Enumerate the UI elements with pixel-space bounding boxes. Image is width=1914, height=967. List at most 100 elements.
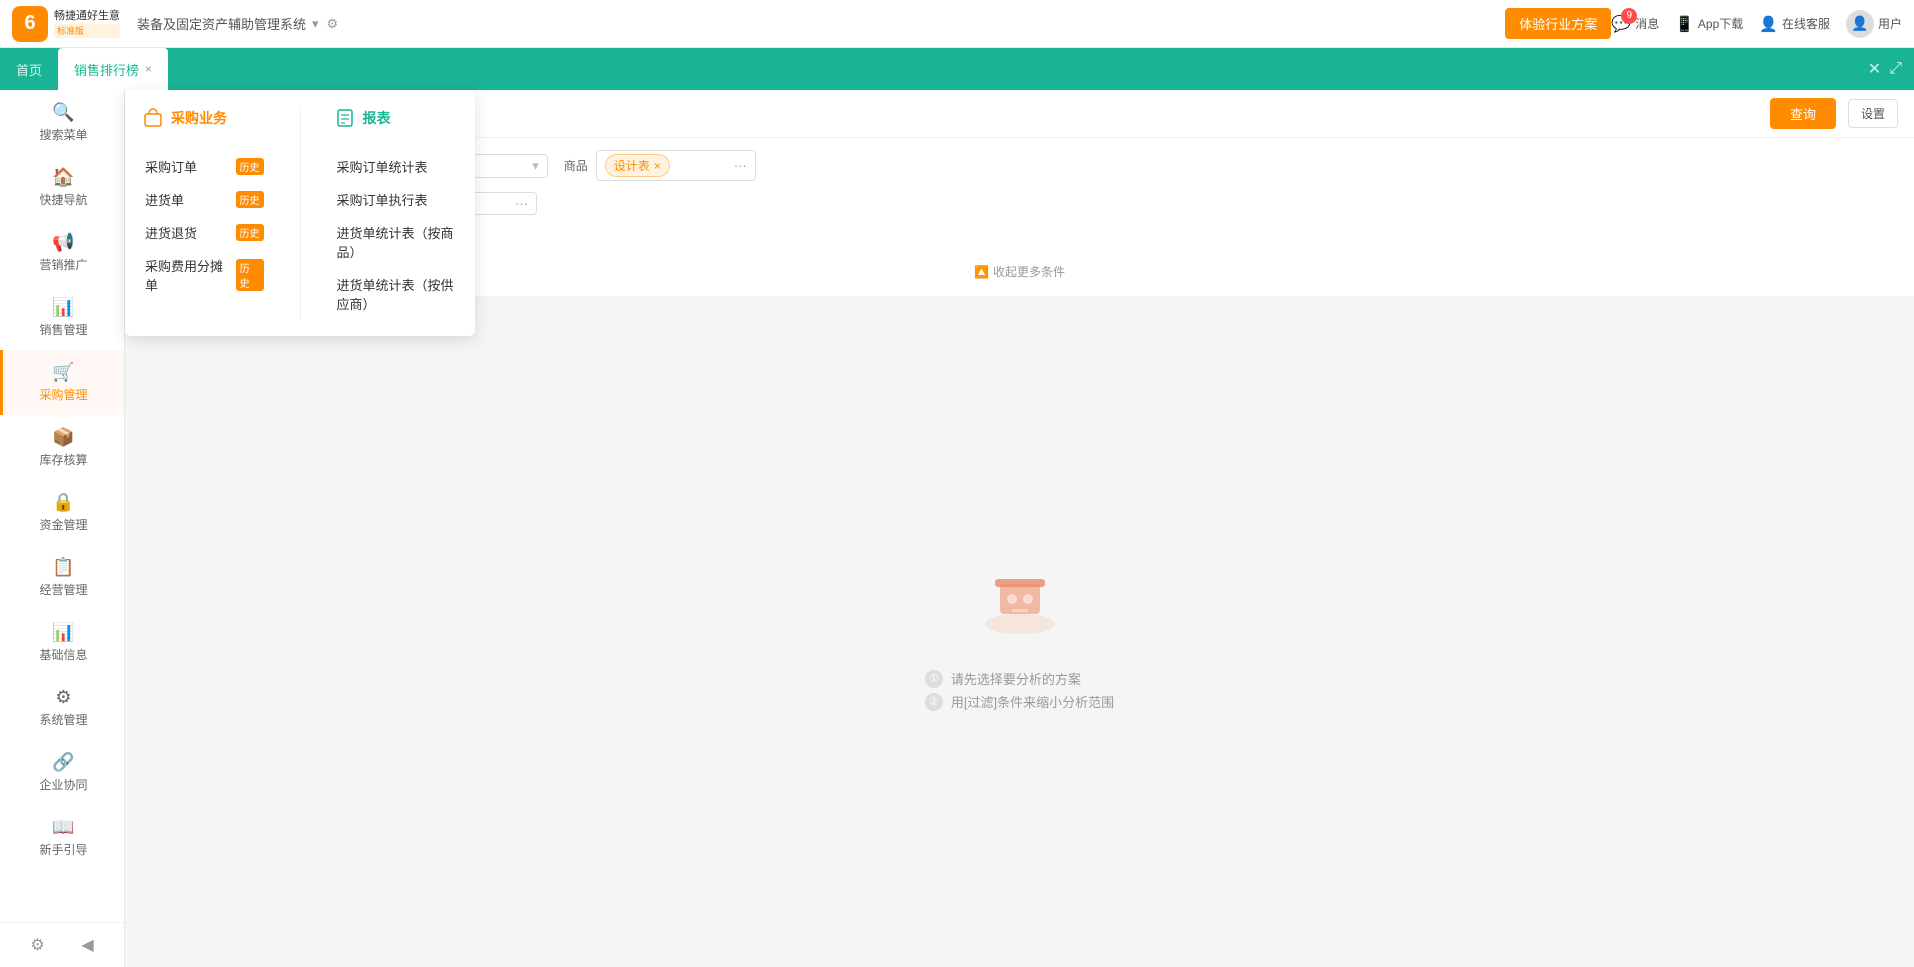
logo-badge: 标准版 [54,24,120,39]
sidebar-item-guide[interactable]: 📖 新手引导 [0,805,124,870]
notification-label: 消息 [1635,15,1659,32]
funds-icon: 🔒 [52,492,74,513]
notification-item[interactable]: 💬 9 消息 [1611,14,1659,34]
user-label: 用户 [1878,15,1902,32]
dropdown-columns: 采购业务 采购订单 历史 进货单 历史 进货退货 历史 采购费用分摊单 历史 [141,106,459,320]
dropdown-purchase-header: 采购业务 [141,106,268,138]
dropdown-report-receipt-by-goods[interactable]: 进货单统计表（按商品） [333,216,460,268]
trial-button[interactable]: 体验行业方案 [1505,8,1611,39]
goods-more-icon[interactable]: ··· [734,158,747,173]
sidebar-settings-icon[interactable]: ⚙ [30,935,44,955]
voucher-status-dropdown-icon[interactable]: ▾ [532,158,539,174]
sidebar-label-sales: 销售管理 [39,321,87,338]
tab-home-label: 首页 [16,60,42,79]
top-bar: 6 畅捷通好生意 标准版 装备及固定资产辅助管理系统 ▾ ⚙ 体验行业方案 💬 … [0,0,1914,48]
purchase-receipt-history-badge: 历史 [236,191,264,208]
sidebar-item-funds[interactable]: 🔒 资金管理 [0,480,124,545]
notification-badge: 9 [1621,8,1637,24]
empty-state-icon [970,549,1070,649]
sales-icon: 📊 [52,297,74,318]
filter-goods: 商品 设计表 × ··· [564,150,756,181]
tab-bar: 首页 销售排行榜 × ✕ ⤢ [0,48,1914,90]
top-right-area: 💬 9 消息 📱 App下载 👤 在线客服 👤 用户 [1611,10,1902,38]
sidebar-nav: 🔍 搜索菜单 🏠 快捷导航 📢 营销推广 📊 销售管理 🛒 采购管理 📦 [0,90,124,922]
sidebar-item-sales[interactable]: 📊 销售管理 [0,285,124,350]
dropdown-report-order-exec[interactable]: 采购订单执行表 [333,183,460,216]
title-settings-icon[interactable]: ⚙ [327,16,339,32]
logo-area: 6 畅捷通好生意 标准版 [12,6,137,42]
purchase-icon: 🛒 [52,362,74,383]
sidebar-item-search[interactable]: 🔍 搜索菜单 [0,90,124,155]
sidebar: 🔍 搜索菜单 🏠 快捷导航 📢 营销推广 📊 销售管理 🛒 采购管理 📦 [0,90,125,967]
tab-end-buttons: ✕ ⤢ [1868,59,1914,79]
sidebar-label-inventory: 库存核算 [39,451,87,468]
purchase-receipt-label: 进货单 [145,190,184,209]
collapse-button[interactable]: 🔼 收起更多条件 [962,259,1077,284]
salesperson-more-icon[interactable]: ··· [515,196,528,211]
search-icon: 🔍 [52,102,74,123]
sidebar-bottom: ⚙ ◀ [0,922,124,967]
purchase-return-label: 进货退货 [145,223,197,242]
sidebar-item-cooperation[interactable]: 🔗 企业协同 [0,740,124,805]
step-2-num: ② [925,693,943,711]
purchase-order-history-badge: 历史 [236,158,264,175]
report-receipt-by-supplier-label: 进货单统计表（按供应商） [337,275,456,313]
tab-sales-rank[interactable]: 销售排行榜 × [58,48,168,90]
sidebar-item-inventory[interactable]: 📦 库存核算 [0,415,124,480]
sidebar-label-search: 搜索菜单 [39,126,87,143]
operations-icon: 📋 [52,557,74,578]
sidebar-label-basic-info: 基础信息 [39,646,87,663]
query-button[interactable]: 查询 [1770,98,1836,129]
goods-tag: 设计表 × [605,154,670,177]
dropdown-report-header: 报表 [333,106,460,138]
dropdown-report-order-stat[interactable]: 采购订单统计表 [333,150,460,183]
dropdown-purchase-title: 采购业务 [171,108,227,128]
report-receipt-by-goods-label: 进货单统计表（按商品） [337,223,456,261]
settings-button[interactable]: 设置 [1848,99,1898,128]
sidebar-item-marketing[interactable]: 📢 营销推广 [0,220,124,285]
logo-name: 畅捷通好生意 [54,9,120,24]
step-1-text: 请先选择要分析的方案 [951,669,1081,688]
dropdown-purchase-expense[interactable]: 采购费用分摊单 历史 [141,249,268,301]
report-col-icon [333,106,357,130]
sidebar-item-purchase[interactable]: 🛒 采购管理 [0,350,124,415]
step-1-num: ① [925,670,943,688]
sidebar-item-basic-info[interactable]: 📊 基础信息 [0,610,124,675]
notification-icon: 💬 9 [1611,14,1631,34]
goods-tag-close-icon[interactable]: × [654,159,661,173]
online-service-label: 在线客服 [1782,15,1830,32]
dropdown-purchase-order[interactable]: 采购订单 历史 [141,150,268,183]
tab-close-window-icon[interactable]: ✕ [1868,59,1881,79]
sidebar-collapse-icon[interactable]: ◀ [81,935,93,955]
dropdown-purchase-receipt[interactable]: 进货单 历史 [141,183,268,216]
dropdown-divider [300,106,301,320]
dropdown-report-title: 报表 [363,108,391,128]
tab-sales-rank-label: 销售排行榜 [74,60,139,79]
online-service-item[interactable]: 👤 在线客服 [1759,15,1830,33]
app-download-item[interactable]: 📱 App下载 [1675,15,1743,33]
tab-resize-icon[interactable]: ⤢ [1889,60,1902,78]
purchase-order-label: 采购订单 [145,157,197,176]
app-download-label: App下载 [1698,15,1743,32]
tab-home[interactable]: 首页 [0,48,58,90]
purchase-expense-history-badge: 历史 [236,259,264,291]
system-icon: ⚙ [55,687,71,708]
dropdown-report-receipt-by-supplier[interactable]: 进货单统计表（按供应商） [333,268,460,320]
goods-tag-label: 设计表 [614,157,650,174]
purchase-expense-label: 采购费用分摊单 [145,256,236,294]
empty-state-steps: ① 请先选择要分析的方案 ② 用[过滤]条件来缩小分析范围 [925,665,1114,715]
sidebar-label-marketing: 营销推广 [39,256,87,273]
tab-close-icon[interactable]: × [145,62,152,76]
sidebar-item-operations[interactable]: 📋 经营管理 [0,545,124,610]
user-item[interactable]: 👤 用户 [1846,10,1902,38]
user-avatar: 👤 [1846,10,1874,38]
sidebar-item-system[interactable]: ⚙ 系统管理 [0,675,124,740]
dropdown-purchase-return[interactable]: 进货退货 历史 [141,216,268,249]
sidebar-item-quick-nav[interactable]: 🏠 快捷导航 [0,155,124,220]
purchase-return-history-badge: 历史 [236,224,264,241]
sidebar-label-purchase: 采购管理 [39,386,87,403]
title-dropdown-icon[interactable]: ▾ [312,16,319,32]
collapse-label: 收起更多条件 [993,263,1065,280]
report-order-exec-label: 采购订单执行表 [337,190,428,209]
cooperation-icon: 🔗 [52,752,74,773]
